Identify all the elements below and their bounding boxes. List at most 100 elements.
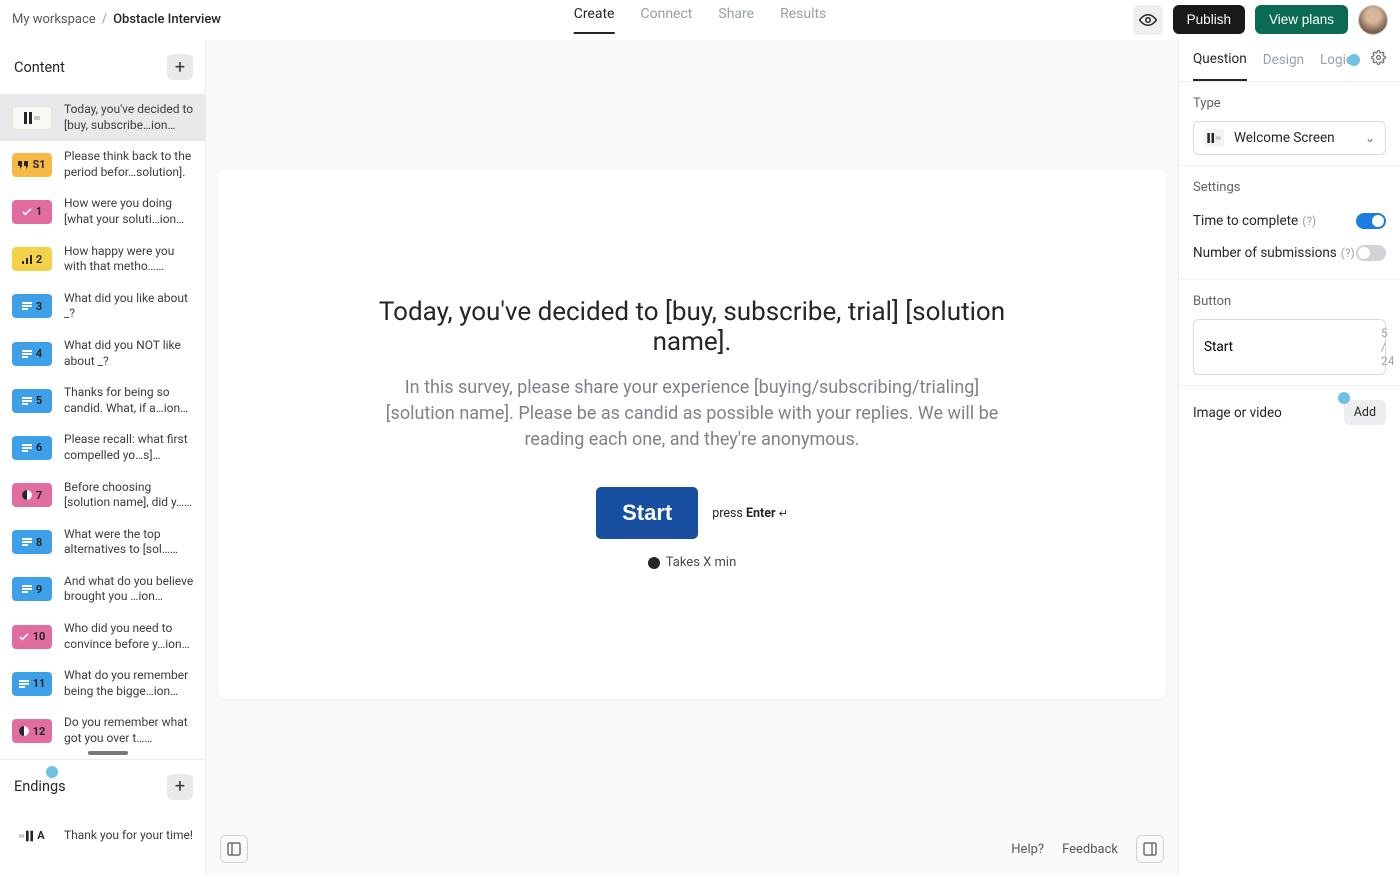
eye-icon (1139, 11, 1157, 29)
feedback-link[interactable]: Feedback (1062, 842, 1118, 857)
canvas-area: Today, you've decided to [buy, subscribe… (206, 40, 1178, 875)
settings-gear-button[interactable] (1371, 50, 1386, 81)
nav-share[interactable]: Share (718, 6, 754, 34)
help-link[interactable]: Help? (1011, 842, 1044, 857)
scrollbar-thumb[interactable] (88, 751, 128, 755)
sidebar-item-label: Thank you for your time! (64, 828, 193, 844)
sidebar-item-q7[interactable]: 7 Before choosing [solution name], did y… (0, 472, 205, 519)
sidebar-item-label: Please recall: what first compelled yo…s… (64, 432, 195, 463)
notification-dot-icon (1348, 54, 1360, 66)
setting-number-of-submissions: Number of submissions(?) (1193, 237, 1386, 269)
chevron-down-icon: ⌄ (1365, 131, 1375, 145)
sidebar-item-label: What were the top alternatives to [sol…t… (64, 527, 195, 558)
sidebar-item-statement[interactable]: S1 Please think back to the period befor… (0, 141, 205, 188)
ending-screen-icon: A (12, 824, 52, 848)
sidebar-item-q3[interactable]: 3 What did you like about _? (0, 283, 205, 330)
yes-no-icon: 12 (12, 719, 52, 743)
sidebar-item-label: What did you like about _? (64, 291, 195, 322)
sidebar-item-q5[interactable]: 5 Thanks for being so candid. What, if a… (0, 377, 205, 424)
type-section: Type Welcome Screen ⌄ (1179, 82, 1400, 166)
help-icon[interactable]: (?) (1341, 246, 1355, 260)
top-nav: Create Connect Share Results (574, 6, 827, 34)
publish-button[interactable]: Publish (1173, 5, 1245, 34)
sidebar-item-q4[interactable]: 4 What did you NOT like about _? (0, 330, 205, 377)
sidebar-item-label: And what do you believe brought you …ion… (64, 574, 195, 605)
collapse-left-panel-button[interactable] (220, 835, 248, 863)
tab-question[interactable]: Question (1193, 51, 1247, 81)
welcome-screen-icon (12, 106, 52, 130)
settings-label: Settings (1193, 180, 1386, 195)
sidebar-item-label: How were you doing [what your soluti…ion… (64, 196, 195, 227)
button-text-input[interactable] (1204, 339, 1381, 355)
setting-time-to-complete: Time to complete(?) (1193, 205, 1386, 237)
preview-button[interactable] (1133, 5, 1163, 35)
content-title: Content (14, 59, 65, 76)
yes-no-icon: 7 (12, 483, 52, 507)
button-text-counter: 5 / 24 (1381, 326, 1394, 368)
sidebar-item-label: Before choosing [solution name], did y…i… (64, 480, 195, 511)
breadcrumb-current[interactable]: Obstacle Interview (113, 12, 221, 27)
view-plans-button[interactable]: View plans (1255, 5, 1348, 34)
breadcrumb-sep: / (102, 12, 107, 27)
welcome-screen-icon (1204, 129, 1224, 147)
media-section: Image or video Add (1179, 386, 1400, 439)
add-media-button[interactable]: Add (1344, 400, 1386, 425)
tab-design[interactable]: Design (1263, 52, 1304, 80)
multiple-choice-icon: 10 (12, 625, 52, 649)
sidebar-item-ending[interactable]: A Thank you for your time! (0, 814, 205, 858)
long-text-icon: 3 (12, 294, 52, 318)
sidebar-item-q11[interactable]: 11 What do you remember being the bigge…… (0, 660, 205, 707)
media-label: Image or video (1193, 405, 1282, 421)
right-tabs: Question Design Logic (1179, 40, 1400, 82)
enter-arrow-icon: ↵ (779, 507, 788, 520)
sidebar-item-label: Please think back to the period befor…so… (64, 149, 195, 180)
start-button[interactable]: Start (596, 487, 698, 539)
collapse-right-panel-button[interactable] (1136, 835, 1164, 863)
type-label: Type (1193, 96, 1386, 111)
nav-create[interactable]: Create (574, 6, 615, 34)
nav-results[interactable]: Results (780, 6, 826, 34)
sidebar-item-welcome[interactable]: Today, you've decided to [buy, subscribe… (0, 94, 205, 141)
sidebar-item-q10[interactable]: 10 Who did you need to convince before y… (0, 613, 205, 660)
settings-section: Settings Time to complete(?) Number of s… (1179, 166, 1400, 280)
add-content-button[interactable]: + (167, 54, 193, 80)
sidebar-item-label: Today, you've decided to [buy, subscribe… (64, 102, 195, 133)
sidebar-item-q6[interactable]: 6 Please recall: what first compelled yo… (0, 424, 205, 471)
sidebar-item-q8[interactable]: 8 What were the top alternatives to [sol… (0, 519, 205, 566)
type-select[interactable]: Welcome Screen ⌄ (1193, 121, 1386, 155)
topbar-right: Publish View plans (1133, 5, 1388, 35)
button-section: Button 5 / 24 (1179, 280, 1400, 386)
breadcrumb: My workspace / Obstacle Interview (12, 12, 221, 27)
form-description[interactable]: In this survey, please share your experi… (382, 375, 1002, 453)
gear-icon (1371, 50, 1386, 65)
multiple-choice-icon: 1 (12, 200, 52, 224)
sidebar-item-q9[interactable]: 9 And what do you believe brought you …i… (0, 566, 205, 613)
toggle-time-to-complete[interactable] (1356, 213, 1386, 229)
sidebar-item-q2[interactable]: 2 How happy were you with that metho…met… (0, 236, 205, 283)
canvas-footer: Help? Feedback (206, 827, 1178, 875)
sidebar-item-label: Thanks for being so candid. What, if a…i… (64, 385, 195, 416)
breadcrumb-workspace[interactable]: My workspace (12, 12, 96, 27)
nav-connect[interactable]: Connect (640, 6, 692, 34)
avatar[interactable] (1358, 5, 1388, 35)
long-text-icon: 11 (12, 672, 52, 696)
notification-dot-icon (46, 766, 58, 778)
press-enter-hint: press Enter ↵ (712, 506, 788, 521)
help-icon[interactable]: (?) (1302, 214, 1316, 228)
form-canvas[interactable]: Today, you've decided to [buy, subscribe… (218, 169, 1166, 699)
panel-left-icon (227, 842, 241, 856)
add-ending-button[interactable]: + (167, 774, 193, 800)
long-text-icon: 5 (12, 389, 52, 413)
long-text-icon: 8 (12, 530, 52, 554)
toggle-number-of-submissions[interactable] (1356, 245, 1386, 261)
endings-section-head: Endings + (0, 760, 205, 814)
sidebar-item-q12[interactable]: 12 Do you remember what got you over t…o… (0, 707, 205, 754)
notification-dot-icon (1338, 392, 1350, 404)
time-to-complete-hint: Takes X min (648, 555, 737, 570)
sidebar-item-label: Do you remember what got you over t…obst… (64, 715, 195, 746)
long-text-icon: 4 (12, 342, 52, 366)
long-text-icon: 6 (12, 436, 52, 460)
sidebar-item-q1[interactable]: 1 How were you doing [what your soluti…i… (0, 188, 205, 235)
panel-right-icon (1143, 842, 1157, 856)
form-title[interactable]: Today, you've decided to [buy, subscribe… (338, 297, 1046, 357)
